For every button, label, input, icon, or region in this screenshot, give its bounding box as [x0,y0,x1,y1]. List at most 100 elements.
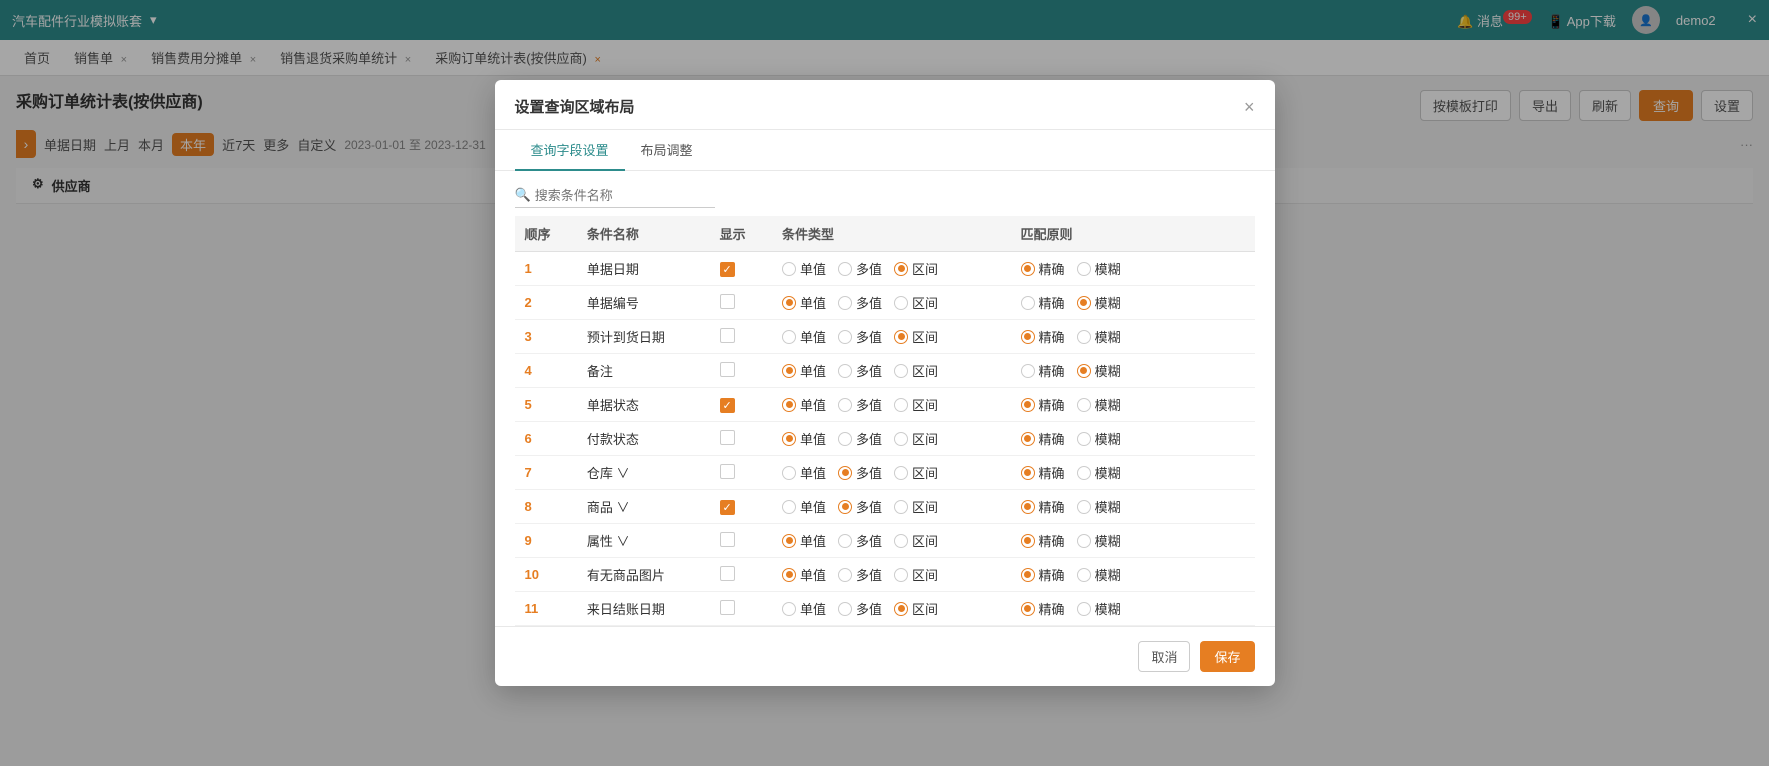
checkbox[interactable] [720,430,735,445]
radio-type-option[interactable]: 单值 [782,497,826,516]
radio-type-option[interactable]: 区间 [894,395,938,414]
table-row: 7仓库 ∨单值多值区间精确模糊 [515,456,1255,490]
checkbox[interactable] [720,398,735,413]
radio-type-option[interactable]: 单值 [782,327,826,346]
row-display-checkbox[interactable] [710,422,772,456]
radio-type-option[interactable]: 单值 [782,429,826,448]
row-display-checkbox[interactable] [710,558,772,592]
radio-type-option[interactable]: 区间 [894,429,938,448]
radio-match-option[interactable]: 精确 [1021,463,1065,482]
radio-match-option[interactable]: 模糊 [1077,429,1121,448]
checkbox[interactable] [720,362,735,377]
radio-match-option[interactable]: 模糊 [1077,327,1121,346]
row-display-checkbox[interactable] [710,524,772,558]
radio-match-option[interactable]: 精确 [1021,259,1065,278]
radio-dot [894,262,908,276]
radio-type-option[interactable]: 区间 [894,599,938,618]
radio-dot [838,262,852,276]
checkbox[interactable] [720,566,735,581]
radio-dot [894,364,908,378]
cancel-button[interactable]: 取消 [1138,641,1190,672]
radio-type-option[interactable]: 单值 [782,599,826,618]
radio-type-option[interactable]: 区间 [894,463,938,482]
radio-match-option[interactable]: 精确 [1021,327,1065,346]
row-display-checkbox[interactable] [710,388,772,422]
modal-tab-query-fields[interactable]: 查询字段设置 [515,130,625,171]
row-num: 9 [515,524,577,558]
checkbox[interactable] [720,600,735,615]
search-input[interactable] [535,188,695,203]
radio-dot [838,330,852,344]
radio-type-option[interactable]: 单值 [782,395,826,414]
radio-type-option[interactable]: 多值 [838,531,882,550]
radio-type-option[interactable]: 单值 [782,293,826,312]
radio-match-option[interactable]: 精确 [1021,531,1065,550]
row-type-radio: 单值多值区间 [772,252,1011,286]
radio-type-option[interactable]: 区间 [894,327,938,346]
radio-match-option[interactable]: 模糊 [1077,531,1121,550]
row-display-checkbox[interactable] [710,286,772,320]
row-type-radio: 单值多值区间 [772,456,1011,490]
radio-match-option[interactable]: 精确 [1021,565,1065,584]
radio-match-option[interactable]: 模糊 [1077,259,1121,278]
checkbox[interactable] [720,328,735,343]
radio-type-option[interactable]: 区间 [894,565,938,584]
radio-type-option[interactable]: 多值 [838,497,882,516]
row-display-checkbox[interactable] [710,354,772,388]
radio-dot [1021,534,1035,548]
radio-dot [782,500,796,514]
row-condition-name: 商品 ∨ [577,490,710,524]
row-display-checkbox[interactable] [710,592,772,626]
radio-type-option[interactable]: 单值 [782,361,826,380]
radio-match-option[interactable]: 模糊 [1077,395,1121,414]
row-display-checkbox[interactable] [710,456,772,490]
radio-type-option[interactable]: 区间 [894,259,938,278]
radio-type-option[interactable]: 单值 [782,565,826,584]
row-display-checkbox[interactable] [710,252,772,286]
radio-type-option[interactable]: 多值 [838,565,882,584]
row-match-radio: 精确模糊 [1011,252,1255,286]
row-type-radio: 单值多值区间 [772,422,1011,456]
radio-type-option[interactable]: 区间 [894,497,938,516]
radio-type-option[interactable]: 多值 [838,293,882,312]
radio-match-option[interactable]: 模糊 [1077,497,1121,516]
radio-type-option[interactable]: 多值 [838,361,882,380]
radio-match-option[interactable]: 模糊 [1077,463,1121,482]
radio-match-option[interactable]: 模糊 [1077,293,1121,312]
radio-match-option[interactable]: 模糊 [1077,565,1121,584]
checkbox[interactable] [720,532,735,547]
radio-match-option[interactable]: 精确 [1021,429,1065,448]
radio-type-option[interactable]: 单值 [782,531,826,550]
row-display-checkbox[interactable] [710,490,772,524]
radio-match-option[interactable]: 模糊 [1077,599,1121,618]
radio-match-option[interactable]: 模糊 [1077,361,1121,380]
modal-tab-layout[interactable]: 布局调整 [625,130,709,171]
radio-match-option[interactable]: 精确 [1021,293,1065,312]
radio-match-option[interactable]: 精确 [1021,395,1065,414]
checkbox[interactable] [720,294,735,309]
radio-type-option[interactable]: 区间 [894,531,938,550]
radio-match-option[interactable]: 精确 [1021,599,1065,618]
radio-dot [894,432,908,446]
save-button[interactable]: 保存 [1200,641,1254,672]
radio-type-option[interactable]: 多值 [838,599,882,618]
checkbox[interactable] [720,262,735,277]
radio-match-option[interactable]: 精确 [1021,361,1065,380]
radio-match-option[interactable]: 精确 [1021,497,1065,516]
table-row: 9属性 ∨单值多值区间精确模糊 [515,524,1255,558]
radio-type-option[interactable]: 多值 [838,395,882,414]
radio-type-option[interactable]: 区间 [894,361,938,380]
checkbox[interactable] [720,464,735,479]
radio-type-option[interactable]: 多值 [838,463,882,482]
checkbox[interactable] [720,500,735,515]
radio-type-option[interactable]: 多值 [838,429,882,448]
radio-dot [894,330,908,344]
radio-type-option[interactable]: 区间 [894,293,938,312]
radio-type-option[interactable]: 多值 [838,259,882,278]
radio-type-option[interactable]: 多值 [838,327,882,346]
row-display-checkbox[interactable] [710,320,772,354]
radio-type-option[interactable]: 单值 [782,463,826,482]
radio-type-option[interactable]: 单值 [782,259,826,278]
row-match-radio: 精确模糊 [1011,354,1255,388]
modal-close-button[interactable]: × [1244,98,1255,116]
